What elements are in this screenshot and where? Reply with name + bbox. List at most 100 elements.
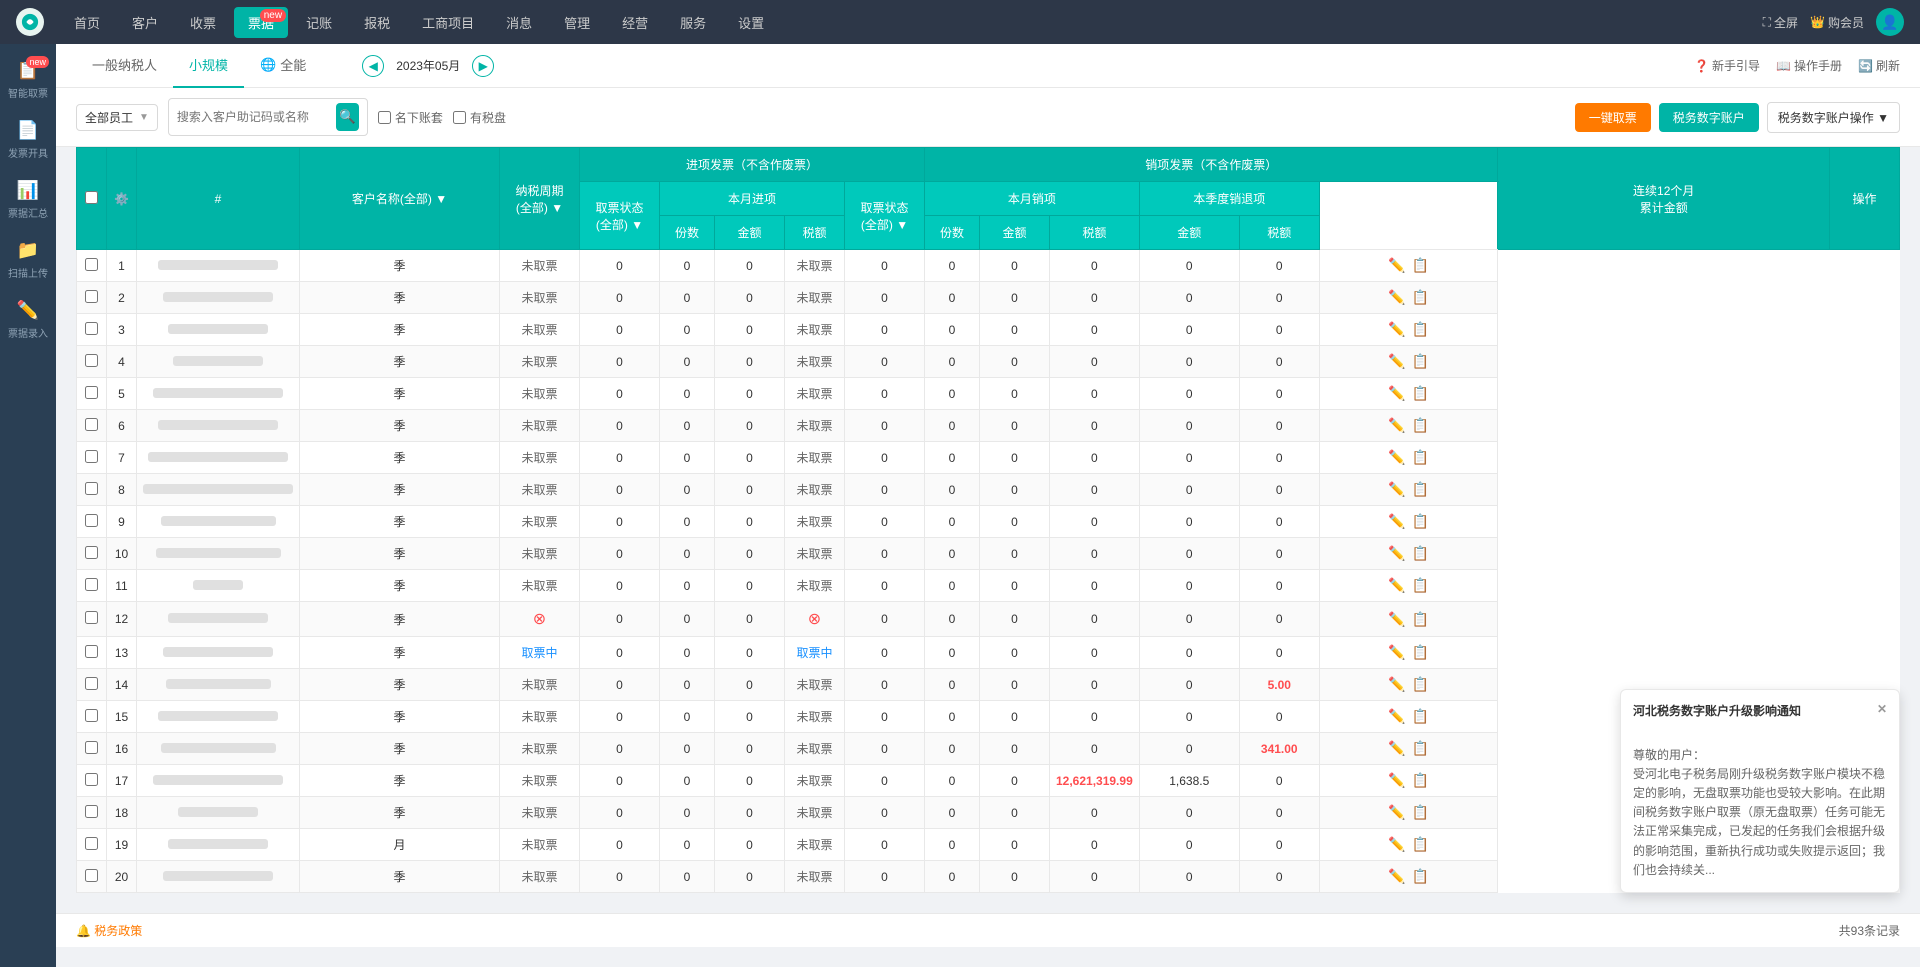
edit-icon[interactable]: ✏️ [1388,868,1405,885]
row-checkbox[interactable] [85,578,98,591]
has-taxpad-checkbox[interactable]: 有税盘 [453,109,506,126]
nav-message[interactable]: 消息 [492,7,546,38]
th-client-name[interactable]: 客户名称(全部) ▼ [300,148,500,250]
next-month-btn[interactable]: ▶ [472,55,494,77]
edit-icon[interactable]: ✏️ [1388,676,1405,693]
row-checkbox[interactable] [85,386,98,399]
th-tax-period[interactable]: 纳税周期(全部) ▼ [500,148,580,250]
row-checkbox[interactable] [85,418,98,431]
edit-icon[interactable]: ✏️ [1388,708,1405,725]
row-checkbox[interactable] [85,258,98,271]
row-check[interactable] [77,637,107,669]
manual-btn[interactable]: 📖 操作手册 [1776,57,1842,74]
nav-operations[interactable]: 经营 [608,7,662,38]
row-checkbox[interactable] [85,645,98,658]
edit-icon[interactable]: ✏️ [1388,545,1405,562]
tab-small-scale[interactable]: 小规模 [173,44,244,88]
row-check[interactable] [77,538,107,570]
row-checkbox[interactable] [85,709,98,722]
copy-icon[interactable]: 📋 [1412,577,1429,594]
copy-icon[interactable]: 📋 [1412,257,1429,274]
row-check[interactable] [77,346,107,378]
edit-icon[interactable]: ✏️ [1388,611,1405,628]
th-out-fetch-status[interactable]: 取票状态(全部) ▼ [845,182,925,250]
member-btn[interactable]: 👑 购会员 [1810,14,1864,31]
row-check[interactable] [77,797,107,829]
edit-icon[interactable]: ✏️ [1388,740,1405,757]
tax-policy-link[interactable]: 🔔 税务政策 [76,922,142,939]
copy-icon[interactable]: 📋 [1412,676,1429,693]
nav-bookkeeping[interactable]: 记账 [292,7,346,38]
row-checkbox[interactable] [85,514,98,527]
nav-home[interactable]: 首页 [60,7,114,38]
edit-icon[interactable]: ✏️ [1388,257,1405,274]
sidebar-item-smart-fetch[interactable]: 📋 智能取票 new [3,52,53,108]
employee-selector[interactable]: 全部员工 ▼ [76,104,158,131]
row-checkbox[interactable] [85,677,98,690]
row-checkbox[interactable] [85,450,98,463]
row-check[interactable] [77,669,107,701]
th-in-fetch-status[interactable]: 取票状态(全部) ▼ [580,182,660,250]
edit-icon[interactable]: ✏️ [1388,836,1405,853]
digital-account-ops-btn[interactable]: 税务数字账户操作 ▼ [1767,102,1900,133]
one-click-fetch-btn[interactable]: 一键取票 [1575,103,1651,132]
edit-icon[interactable]: ✏️ [1388,417,1405,434]
copy-icon[interactable]: 📋 [1412,772,1429,789]
prev-month-btn[interactable]: ◀ [362,55,384,77]
tab-general-taxpayer[interactable]: 一般纳税人 [76,44,173,88]
tab-all[interactable]: 🌐全能 [244,44,322,88]
has-taxpad-check[interactable] [453,111,466,124]
under-account-check[interactable] [378,111,391,124]
copy-icon[interactable]: 📋 [1412,545,1429,562]
row-checkbox[interactable] [85,837,98,850]
row-check[interactable] [77,506,107,538]
copy-icon[interactable]: 📋 [1412,868,1429,885]
row-check[interactable] [77,250,107,282]
copy-icon[interactable]: 📋 [1412,740,1429,757]
copy-icon[interactable]: 📋 [1412,644,1429,661]
row-checkbox[interactable] [85,354,98,367]
edit-icon[interactable]: ✏️ [1388,353,1405,370]
edit-icon[interactable]: ✏️ [1388,289,1405,306]
row-checkbox[interactable] [85,546,98,559]
copy-icon[interactable]: 📋 [1412,513,1429,530]
row-check[interactable] [77,570,107,602]
row-checkbox[interactable] [85,869,98,882]
row-check[interactable] [77,378,107,410]
edit-icon[interactable]: ✏️ [1388,513,1405,530]
search-button[interactable]: 🔍 [336,103,359,131]
edit-icon[interactable]: ✏️ [1388,644,1405,661]
copy-icon[interactable]: 📋 [1412,804,1429,821]
nav-business[interactable]: 工商项目 [408,7,488,38]
row-check[interactable] [77,474,107,506]
copy-icon[interactable]: 📋 [1412,836,1429,853]
row-checkbox[interactable] [85,290,98,303]
sidebar-item-invoice-summary[interactable]: 📊 票据汇总 [3,172,53,228]
sidebar-item-invoice-entry[interactable]: ✏️ 票据录入 [3,292,53,348]
edit-icon[interactable]: ✏️ [1388,481,1405,498]
edit-icon[interactable]: ✏️ [1388,449,1405,466]
copy-icon[interactable]: 📋 [1412,385,1429,402]
row-check[interactable] [77,701,107,733]
edit-icon[interactable]: ✏️ [1388,804,1405,821]
fullscreen-btn[interactable]: ⛶ 全屏 [1763,14,1798,31]
copy-icon[interactable]: 📋 [1412,321,1429,338]
row-check[interactable] [77,282,107,314]
refresh-btn[interactable]: 🔄 刷新 [1858,57,1900,74]
nav-clients[interactable]: 客户 [118,7,172,38]
edit-icon[interactable]: ✏️ [1388,577,1405,594]
nav-receive[interactable]: 收票 [176,7,230,38]
row-check[interactable] [77,314,107,346]
copy-icon[interactable]: 📋 [1412,353,1429,370]
row-check[interactable] [77,733,107,765]
table-scroll-area[interactable]: ⚙️ # 客户名称(全部) ▼ 纳税周期(全部) ▼ 进项发票（不含作废票） 销… [56,147,1920,967]
sidebar-item-invoice-open[interactable]: 📄 发票开具 [3,112,53,168]
row-check[interactable] [77,765,107,797]
nav-service[interactable]: 服务 [666,7,720,38]
nav-tax[interactable]: 报税 [350,7,404,38]
copy-icon[interactable]: 📋 [1412,611,1429,628]
copy-icon[interactable]: 📋 [1412,289,1429,306]
row-checkbox[interactable] [85,611,98,624]
edit-icon[interactable]: ✏️ [1388,321,1405,338]
row-check[interactable] [77,410,107,442]
